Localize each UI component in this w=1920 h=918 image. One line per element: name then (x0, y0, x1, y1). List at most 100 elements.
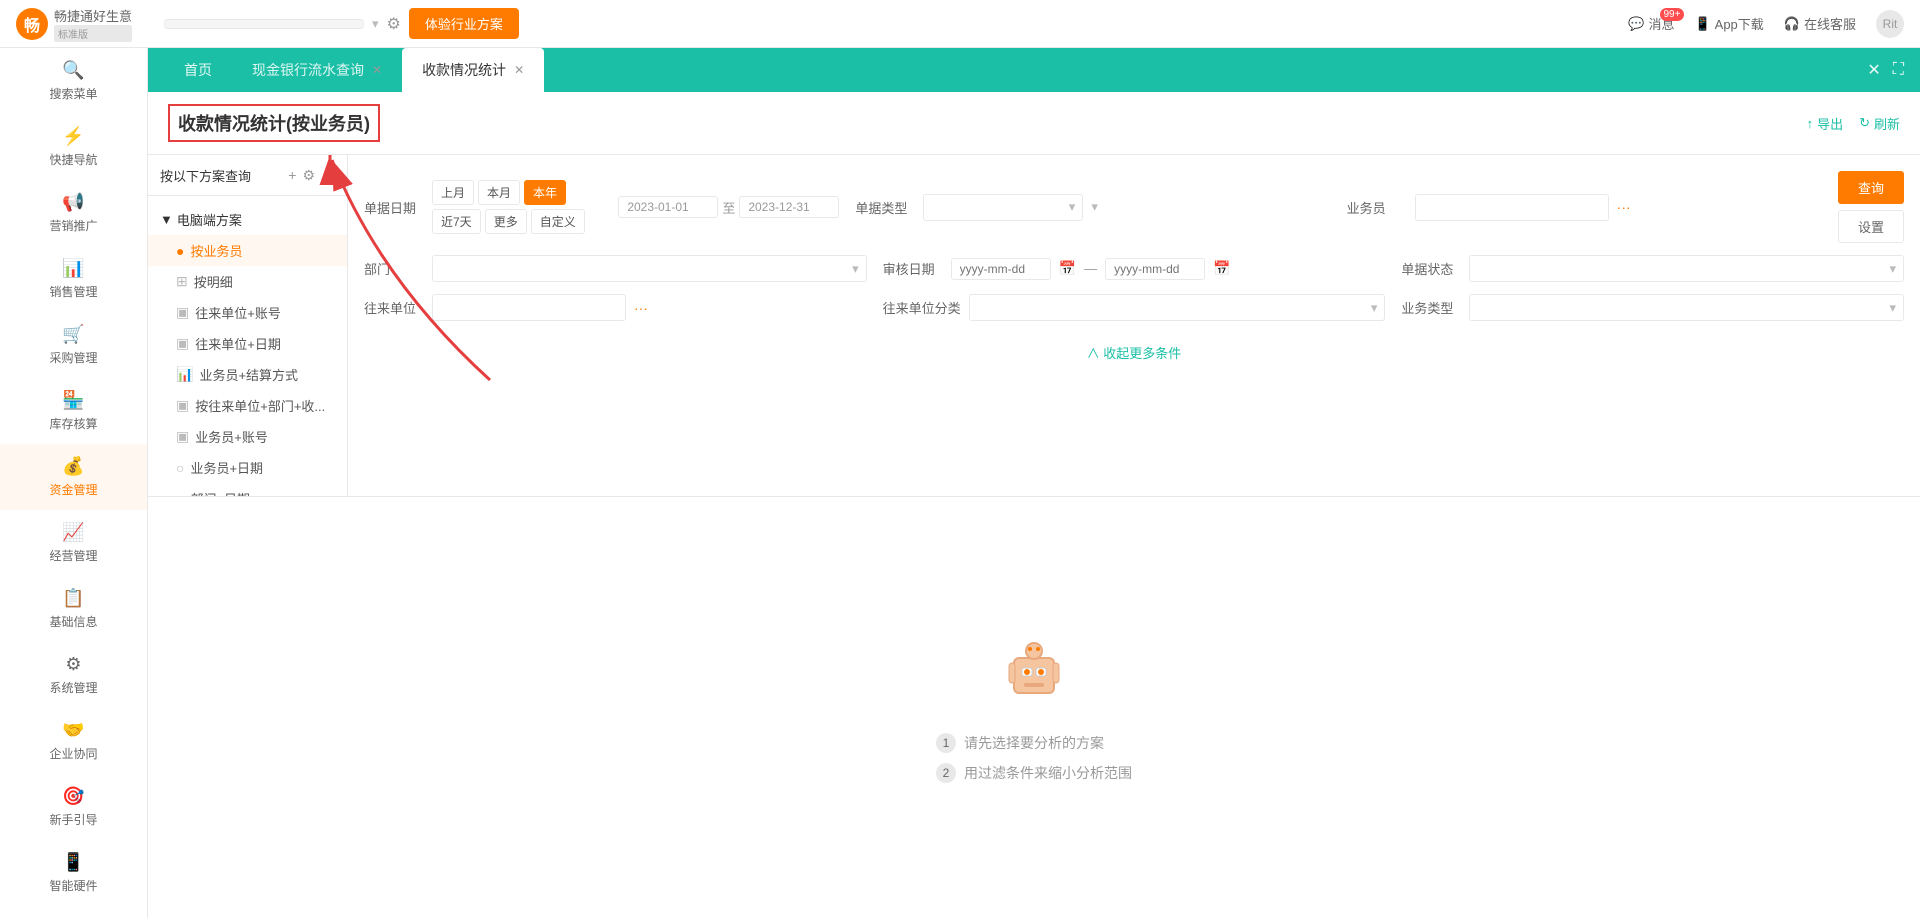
empty-tips: 1 请先选择要分析的方案 2 用过滤条件来缩小分析范围 (936, 733, 1132, 783)
audit-end-cal-icon[interactable]: 📅 (1213, 260, 1230, 277)
sidebar-item-search[interactable]: 🔍 搜索菜单 (0, 48, 147, 114)
audit-start-input[interactable] (951, 258, 1051, 280)
user-avatar[interactable]: Rit (1876, 10, 1904, 38)
messages-nav-item[interactable]: 💬 消息 99+ (1628, 14, 1674, 33)
sidebar-item-marketing[interactable]: 📢 营销推广 (0, 180, 147, 246)
counterparty-category-label: 往来单位分类 (883, 298, 961, 317)
sidebar-item-sales[interactable]: 📊 销售管理 (0, 246, 147, 312)
online-service-nav-item[interactable]: 🎧 在线客服 (1784, 14, 1856, 33)
sidebar-item-inventory[interactable]: 🏪 库存核算 (0, 378, 147, 444)
date-start-input[interactable] (618, 196, 718, 218)
salesperson-more-btn[interactable]: ··· (1617, 199, 1631, 215)
close-all-tabs-icon[interactable]: ✕ (1867, 60, 1880, 80)
tab-home-label: 首页 (184, 60, 212, 80)
purchase-icon: 🛒 (62, 324, 84, 345)
filter-counterparty-category-item: 往来单位分类 (883, 294, 1386, 321)
scheme-salesperson-label: 按业务员 (190, 241, 242, 260)
sidebar-item-system[interactable]: ⚙ 系统管理 (0, 642, 147, 708)
date-end-input[interactable] (739, 196, 839, 218)
audit-start-cal-icon[interactable]: 📅 (1059, 260, 1076, 277)
scheme-counterparty-date[interactable]: ▣ 往来单位+日期 (148, 328, 347, 359)
logo-area: 畅 畅捷通好生意 标准版 (16, 6, 164, 42)
tab-cash-flow[interactable]: 现金银行流水查询 ✕ (232, 48, 402, 92)
scheme-settings-icon[interactable]: ⚙ (302, 167, 315, 184)
tab-cash-flow-close[interactable]: ✕ (372, 63, 382, 77)
sidebar-item-operations[interactable]: 📈 经营管理 (0, 510, 147, 576)
collapse-more-btn[interactable]: ∧ 收起更多条件 (364, 333, 1904, 372)
sidebar-item-hardware[interactable]: 📱 智能硬件 (0, 840, 147, 906)
dept-select[interactable] (432, 255, 867, 282)
sidebar-item-wechat[interactable]: 💬 企业微信 (0, 906, 147, 918)
sidebar-item-basic-info[interactable]: 📋 基础信息 (0, 576, 147, 642)
this-year-btn[interactable]: 本年 (524, 180, 566, 205)
custom-date-btn[interactable]: 自定义 (531, 209, 585, 234)
settings-icon[interactable]: ⚙ (387, 14, 401, 34)
scheme-salesperson-date[interactable]: ○ 业务员+日期 (148, 452, 347, 483)
filter-date-item: 单据日期 上月 本月 本年 近7天 更多 自定义 至 (364, 180, 839, 234)
docstatus-select-wrapper (1469, 255, 1904, 282)
trial-button[interactable]: 体验行业方案 (409, 8, 519, 39)
system-icon: ⚙ (65, 654, 81, 675)
scheme-salesperson-account[interactable]: ▣ 业务员+账号 (148, 421, 347, 452)
sidebar-item-purchase[interactable]: 🛒 采购管理 (0, 312, 147, 378)
inventory-icon: 🏪 (62, 390, 84, 411)
last-7days-btn[interactable]: 近7天 (432, 209, 481, 234)
salesperson-input[interactable] (1415, 194, 1609, 221)
sidebar-label-basic-info: 基础信息 (49, 613, 97, 630)
sidebar-item-guide[interactable]: 🎯 新手引导 (0, 774, 147, 840)
app-download-nav-item[interactable]: 📱 App下载 (1694, 14, 1763, 33)
online-service-label: 在线客服 (1804, 14, 1856, 33)
date-range-inputs: 至 (618, 196, 839, 218)
finance-icon: 💰 (62, 456, 84, 477)
query-button[interactable]: 查询 (1838, 171, 1904, 204)
desktop-schemes-title[interactable]: ▼ 电脑端方案 (148, 204, 347, 235)
top-search-box (164, 19, 364, 29)
tip-num-2: 2 (936, 763, 956, 783)
tab-collection-stats[interactable]: 收款情况统计 ✕ (402, 48, 544, 92)
last-month-btn[interactable]: 上月 (432, 180, 474, 205)
doctype-select[interactable] (923, 194, 1083, 221)
scheme-salesperson-settlement[interactable]: 📊 业务员+结算方式 (148, 359, 347, 390)
sidebar-label-purchase: 采购管理 (49, 349, 97, 366)
scheme-dept-date[interactable]: ○ 部门+日期 (148, 483, 347, 496)
this-month-btn[interactable]: 本月 (478, 180, 520, 205)
settings-button[interactable]: 设置 (1838, 210, 1904, 243)
layout: 🔍 搜索菜单 ⚡ 快捷导航 📢 营销推广 📊 销售管理 🛒 采购管理 🏪 库存核… (0, 48, 1920, 918)
sidebar: 🔍 搜索菜单 ⚡ 快捷导航 📢 营销推广 📊 销售管理 🛒 采购管理 🏪 库存核… (0, 48, 148, 918)
scheme-by-salesperson[interactable]: ● 按业务员 (148, 235, 347, 266)
sidebar-item-finance[interactable]: 💰 资金管理 (0, 444, 147, 510)
sidebar-label-sales: 销售管理 (49, 283, 97, 300)
refresh-button[interactable]: ↻ 刷新 (1859, 114, 1900, 133)
filter-row-3: 往来单位 ··· 往来单位分类 (364, 294, 1904, 321)
counterparty-more-btn[interactable]: ··· (634, 300, 648, 316)
sales-icon: 📊 (62, 258, 84, 279)
sidebar-item-quicknav[interactable]: ⚡ 快捷导航 (0, 114, 147, 180)
tab-home[interactable]: 首页 (164, 48, 232, 92)
docstatus-select[interactable] (1469, 255, 1904, 282)
sidebar-label-system: 系统管理 (49, 679, 97, 696)
tab-bar: 首页 现金银行流水查询 ✕ 收款情况统计 ✕ ✕ ⛶ (148, 48, 1920, 92)
download-icon: 📱 (1694, 16, 1710, 32)
export-button[interactable]: ↑ 导出 (1807, 114, 1844, 133)
scheme-dd-label: 部门+日期 (190, 489, 250, 496)
docstatus-filter-label: 单据状态 (1401, 259, 1461, 278)
search-dropdown-icon[interactable]: ▾ (372, 16, 379, 32)
scheme-counterparty-account[interactable]: ▣ 往来单位+账号 (148, 297, 347, 328)
counterparty-input[interactable] (432, 294, 626, 321)
panel-header-title: 按以下方案查询 (160, 166, 251, 185)
scheme-counterparty-dept-collect[interactable]: ▣ 按往来单位+部门+收... (148, 390, 347, 421)
filter-businesstype-item: 业务类型 (1401, 294, 1904, 321)
tab-collection-stats-close[interactable]: ✕ (514, 63, 524, 77)
scheme-by-detail[interactable]: ⊞ 按明细 (148, 266, 347, 297)
date-filter-label: 单据日期 (364, 198, 424, 217)
collapse-panel-icon[interactable]: 《 (321, 165, 335, 185)
add-scheme-icon[interactable]: + (288, 167, 296, 183)
businesstype-select[interactable] (1469, 294, 1904, 321)
refresh-icon: ↻ (1859, 115, 1870, 131)
category-select[interactable] (969, 294, 1386, 321)
maximize-icon[interactable]: ⛶ (1893, 61, 1904, 79)
more-date-btn[interactable]: 更多 (485, 209, 527, 234)
sidebar-item-collab[interactable]: 🤝 企业协同 (0, 708, 147, 774)
message-icon: 💬 (1628, 16, 1644, 32)
audit-end-input[interactable] (1105, 258, 1205, 280)
